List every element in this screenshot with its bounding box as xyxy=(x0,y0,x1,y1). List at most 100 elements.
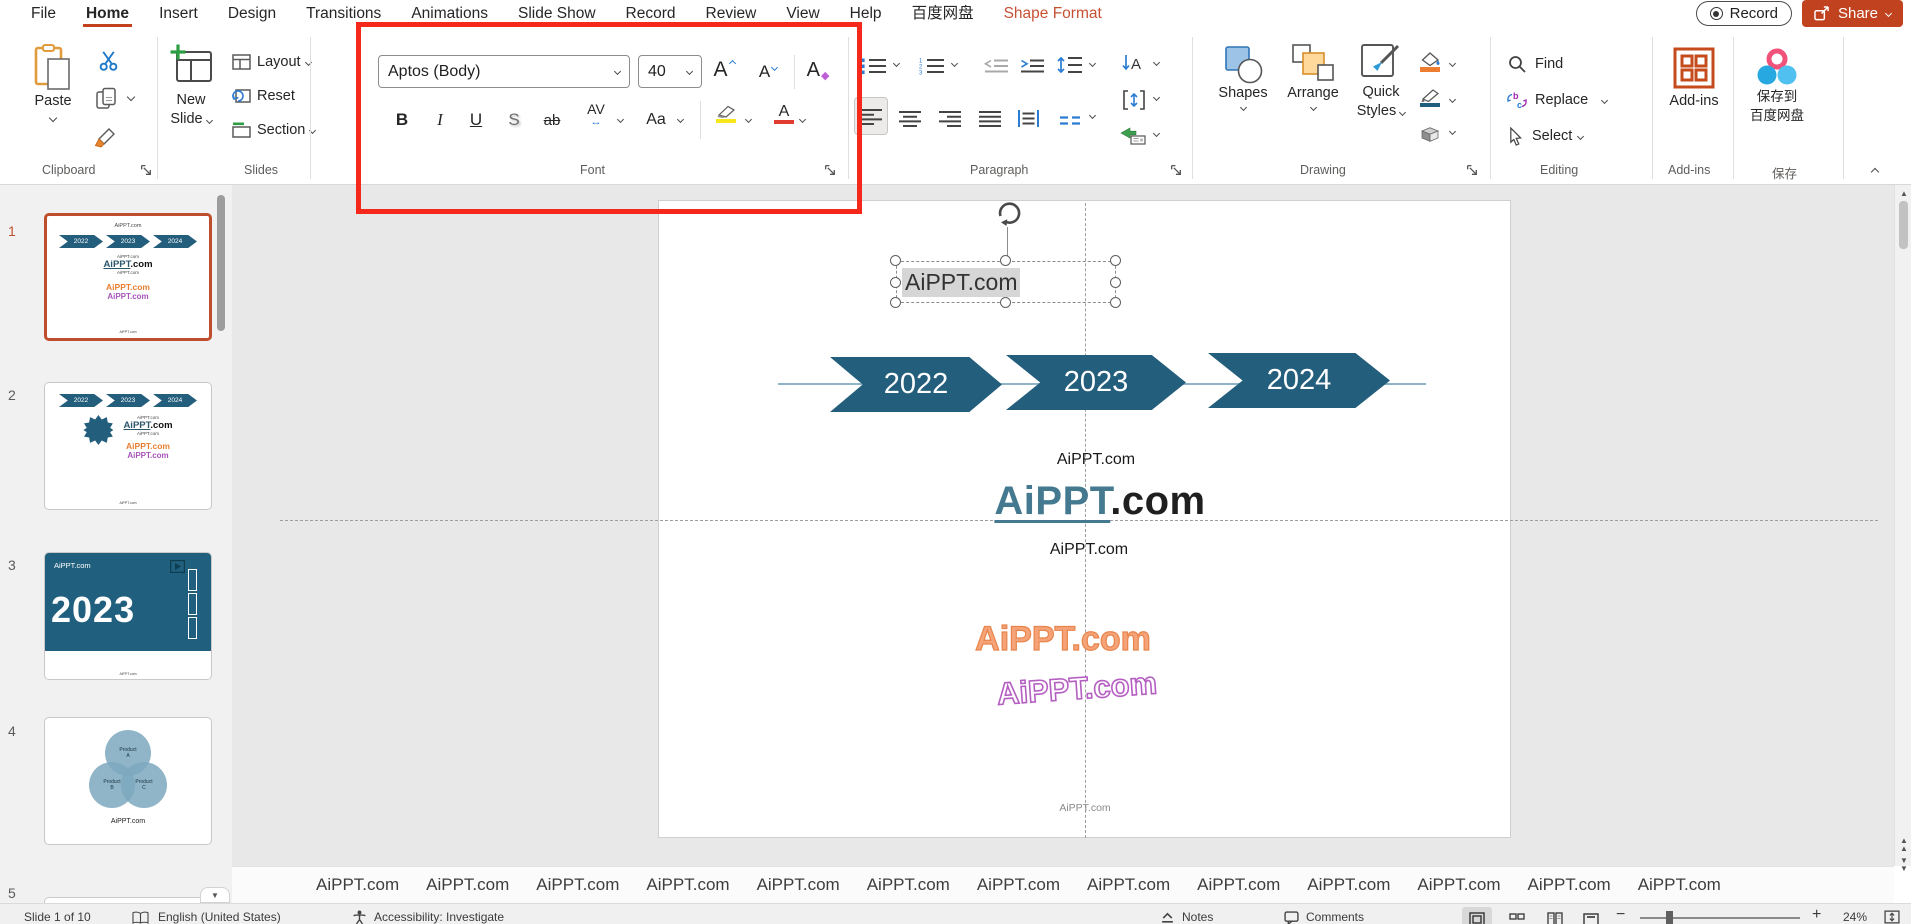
font-name-select[interactable]: Aptos (Body) xyxy=(378,55,630,88)
canvas-scrollbar[interactable]: ▲ ▲ ▲ ▼ ▼ xyxy=(1894,185,1911,873)
small-label-above[interactable]: AiPPT.com xyxy=(896,451,1296,469)
resize-handle-sw[interactable] xyxy=(890,297,901,308)
slide-thumbnail-2[interactable]: 2022 2023 2024 AiPPT.com AiPPT.com AiPPT… xyxy=(44,382,212,510)
rotate-handle-icon[interactable] xyxy=(992,199,1024,227)
menu-tab-11[interactable]: 百度网盘 xyxy=(897,0,989,27)
decrease-indent-button[interactable] xyxy=(984,53,1009,79)
zoom-out-button[interactable]: − xyxy=(1616,906,1625,924)
clear-formatting-button[interactable]: A ◆ xyxy=(806,57,830,83)
replace-button[interactable]: bc Replace xyxy=(1506,87,1636,113)
menu-tab-review[interactable]: Review xyxy=(691,0,772,27)
strikethrough-button[interactable]: ab xyxy=(540,107,564,133)
align-center-button[interactable] xyxy=(898,105,922,131)
wordart-orange[interactable]: AiPPT.com xyxy=(863,619,1263,659)
resize-handle-se[interactable] xyxy=(1110,297,1121,308)
chevron-down-icon[interactable] xyxy=(1448,59,1457,68)
zoom-in-button[interactable]: + xyxy=(1812,906,1821,924)
text-highlight-button[interactable] xyxy=(714,101,738,127)
collapse-ribbon-chevron-icon[interactable] xyxy=(1870,167,1880,177)
panel-scroll-down-button[interactable]: ▼ xyxy=(200,887,230,903)
zoom-slider-track[interactable] xyxy=(1640,917,1800,919)
fit-to-window-icon[interactable] xyxy=(1884,910,1900,924)
menu-tab-view[interactable]: View xyxy=(771,0,834,27)
layout-button[interactable]: Layout xyxy=(232,49,318,75)
font-dialog-launcher[interactable] xyxy=(824,164,837,177)
resize-handle-w[interactable] xyxy=(890,277,901,288)
line-spacing-button[interactable] xyxy=(1056,52,1083,78)
chevron-down-icon[interactable] xyxy=(798,115,807,124)
ticker-link[interactable]: AiPPT.com xyxy=(316,875,399,895)
character-spacing-button[interactable]: AV ↔ xyxy=(584,102,608,129)
chevron-down-icon[interactable] xyxy=(744,115,753,124)
menu-tab-file[interactable]: File xyxy=(16,0,71,27)
baidu-save-button[interactable]: 保存到 百度网盘 xyxy=(1742,47,1812,125)
chevron-down-icon[interactable] xyxy=(616,115,625,124)
menu-tab-transitions[interactable]: Transitions xyxy=(291,0,396,27)
menu-tab-animations[interactable]: Animations xyxy=(396,0,503,27)
resize-handle-n[interactable] xyxy=(1000,255,1011,266)
slide-thumbnail-4[interactable]: Product A Product B Product C AiPPT.com xyxy=(44,717,212,845)
menu-tab-home[interactable]: Home xyxy=(71,0,144,27)
chevron-down-icon[interactable] xyxy=(1152,93,1161,102)
menu-tab-insert[interactable]: Insert xyxy=(144,0,213,27)
menu-tab-slide-show[interactable]: Slide Show xyxy=(503,0,611,27)
selected-text[interactable]: AiPPT.com xyxy=(902,267,1021,297)
ticker-link[interactable]: AiPPT.com xyxy=(1307,875,1390,895)
shape-fill-button[interactable] xyxy=(1418,49,1442,75)
slide-footer-text[interactable]: AiPPT.com xyxy=(985,802,1185,814)
zoom-level[interactable]: 24% xyxy=(1843,910,1867,924)
align-text-button[interactable] xyxy=(1122,87,1146,113)
chevron-down-icon[interactable] xyxy=(1448,95,1457,104)
slide-canvas[interactable]: AiPPT.com 2022 2023 2024 AiPPT.com AiPPT… xyxy=(232,185,1894,866)
paragraph-dialog-launcher[interactable] xyxy=(1170,164,1183,177)
bullets-button[interactable] xyxy=(860,53,887,79)
slideshow-view-button[interactable] xyxy=(1576,907,1606,924)
ticker-link[interactable]: AiPPT.com xyxy=(646,875,729,895)
align-left-button[interactable] xyxy=(854,97,888,135)
new-slide-button[interactable]: New Slide xyxy=(162,43,220,129)
chevron-down-icon[interactable] xyxy=(1088,111,1097,120)
resize-handle-nw[interactable] xyxy=(890,255,901,266)
resize-handle-ne[interactable] xyxy=(1110,255,1121,266)
slide-sorter-view-button[interactable] xyxy=(1502,907,1532,924)
convert-to-smartart-button[interactable] xyxy=(1120,123,1146,149)
shape-effects-button[interactable] xyxy=(1418,121,1442,147)
font-size-select[interactable]: 40 xyxy=(638,55,702,88)
ticker-link[interactable]: AiPPT.com xyxy=(977,875,1060,895)
record-button[interactable]: Record xyxy=(1695,1,1792,26)
resize-handle-e[interactable] xyxy=(1110,277,1121,288)
slide-thumbnail-3[interactable]: AiPPT.com 2023 AiPPT.com xyxy=(44,552,212,680)
drawing-dialog-launcher[interactable] xyxy=(1466,164,1479,177)
menu-tab-shape-format[interactable]: Shape Format xyxy=(989,0,1117,27)
bold-button[interactable]: B xyxy=(390,107,414,133)
normal-view-button[interactable] xyxy=(1462,907,1492,924)
comments-toggle[interactable]: Comments xyxy=(1306,910,1364,924)
resize-handle-s[interactable] xyxy=(1000,297,1011,308)
panel-scrollbar-thumb[interactable] xyxy=(217,195,225,331)
ticker-link[interactable]: AiPPT.com xyxy=(1417,875,1500,895)
ticker-link[interactable]: AiPPT.com xyxy=(1197,875,1280,895)
reset-button[interactable]: Reset xyxy=(232,83,318,109)
brand-title[interactable]: AiPPT.com xyxy=(900,479,1300,524)
text-shadow-button[interactable]: S xyxy=(502,107,526,133)
chevron-down-icon[interactable] xyxy=(1152,58,1161,67)
panel-scrollbar[interactable] xyxy=(216,185,226,903)
distribute-columns-button[interactable] xyxy=(1016,105,1040,131)
justify-button[interactable] xyxy=(978,105,1002,131)
share-button[interactable]: Share xyxy=(1801,0,1903,27)
italic-button[interactable]: I xyxy=(428,107,452,133)
chevron-down-icon[interactable] xyxy=(1152,129,1161,138)
select-button[interactable]: Select xyxy=(1508,123,1618,149)
format-painter-button[interactable] xyxy=(94,125,118,151)
paste-button[interactable]: Paste xyxy=(22,43,84,123)
increase-indent-button[interactable] xyxy=(1020,53,1045,79)
find-button[interactable]: Find xyxy=(1508,51,1618,77)
reading-view-button[interactable] xyxy=(1540,907,1570,924)
arrange-button[interactable]: Arrange xyxy=(1282,43,1344,112)
scroll-up-arrow-icon[interactable]: ▲ xyxy=(1898,189,1910,199)
decrease-font-size-button[interactable]: A xyxy=(756,59,780,85)
numbering-button[interactable]: 123 xyxy=(918,53,945,79)
ticker-link[interactable]: AiPPT.com xyxy=(867,875,950,895)
next-slide-button[interactable]: ▼ ▼ xyxy=(1898,857,1910,873)
ticker-link[interactable]: AiPPT.com xyxy=(1528,875,1611,895)
